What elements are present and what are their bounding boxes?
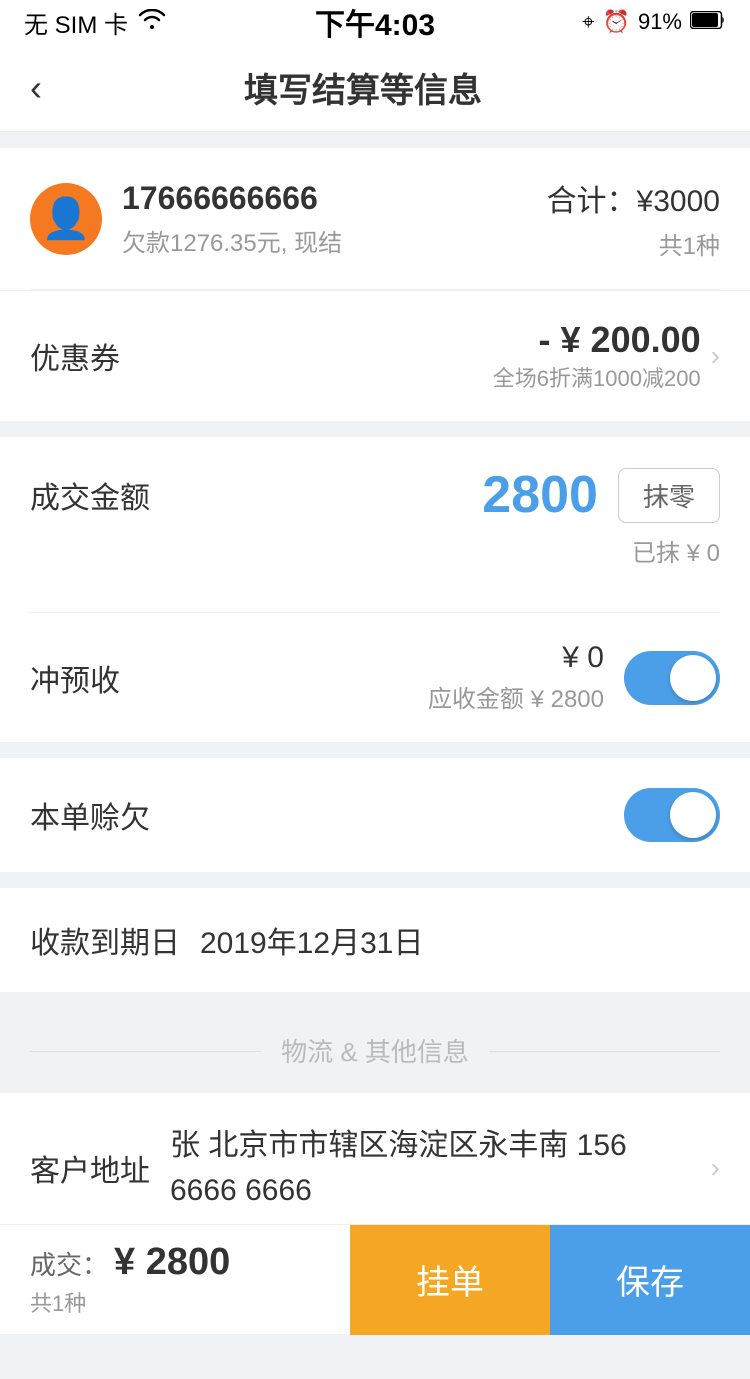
debt-label: 本单赊欠 bbox=[30, 793, 150, 837]
duedate-label: 收款到期日 bbox=[30, 918, 180, 962]
total-count: 共1种 bbox=[547, 226, 720, 261]
wifi-icon bbox=[138, 8, 166, 36]
status-right: ⌖ ⏰ 91% bbox=[582, 9, 726, 35]
coupon-label: 优惠券 bbox=[30, 334, 493, 378]
prepay-right: ¥ 0 应收金额 ¥ 2800 bbox=[428, 641, 720, 714]
hold-button[interactable]: 挂单 bbox=[350, 1225, 550, 1335]
amount-row: 成交金额 2800 抹零 bbox=[30, 465, 720, 525]
duedate-value: 2019年12月31日 bbox=[200, 918, 423, 962]
round-button[interactable]: 抹零 bbox=[618, 468, 720, 523]
sim-status: 无 SIM 卡 bbox=[24, 5, 128, 40]
back-button[interactable]: ‹ bbox=[30, 67, 42, 109]
customer-total: 合计：¥3000 共1种 bbox=[547, 176, 720, 261]
prepay-sub: 应收金额 ¥ 2800 bbox=[428, 679, 604, 714]
prepay-row: 冲预收 ¥ 0 应收金额 ¥ 2800 bbox=[30, 613, 720, 714]
location-icon: ⌖ bbox=[582, 9, 594, 35]
total-amount: 合计：¥3000 bbox=[547, 176, 720, 220]
coupon-right: - ¥ 200.00 全场6折满1000减200 bbox=[493, 319, 701, 393]
customer-desc: 欠款1276.35元, 现结 bbox=[122, 223, 547, 258]
debt-toggle[interactable] bbox=[624, 788, 720, 842]
coupon-row[interactable]: 优惠券 - ¥ 200.00 全场6折满1000减200 › bbox=[0, 290, 750, 421]
customer-info: 17666666666 欠款1276.35元, 现结 bbox=[122, 180, 547, 258]
address-label: 客户地址 bbox=[30, 1146, 150, 1190]
address-value: 张 北京市市辖区海淀区永丰南 156 6666 6666 bbox=[170, 1123, 701, 1213]
amount-label: 成交金额 bbox=[30, 473, 150, 517]
amount-sub: 已抹 ¥ 0 bbox=[30, 533, 720, 568]
bottom-count: 共1种 bbox=[30, 1286, 320, 1318]
bottom-bar: 成交： ¥ 2800 共1种 挂单 保存 bbox=[0, 1224, 750, 1334]
nav-bar: ‹ 填写结算等信息 bbox=[0, 44, 750, 132]
amount-value: 2800 bbox=[482, 465, 598, 525]
amount-area: 成交金额 2800 抹零 已抹 ¥ 0 bbox=[0, 437, 750, 596]
battery-text: 91% bbox=[638, 9, 682, 35]
address-chevron-icon: › bbox=[711, 1152, 720, 1184]
prepayment-section: 冲预收 ¥ 0 应收金额 ¥ 2800 bbox=[0, 613, 750, 742]
save-button[interactable]: 保存 bbox=[550, 1225, 750, 1335]
customer-phone: 17666666666 bbox=[122, 180, 547, 217]
bottom-amount: ¥ 2800 bbox=[114, 1241, 230, 1284]
coupon-desc: 全场6折满1000减200 bbox=[493, 361, 701, 393]
customer-section: 👤 17666666666 欠款1276.35元, 现结 合计：¥3000 共1… bbox=[0, 148, 750, 421]
debt-section: 本单赊欠 bbox=[0, 758, 750, 872]
prepayment-toggle[interactable] bbox=[624, 651, 720, 705]
alarm-icon: ⏰ bbox=[603, 9, 630, 35]
duedate-section: 收款到期日 2019年12月31日 bbox=[0, 888, 750, 992]
avatar: 👤 bbox=[30, 183, 102, 255]
deal-label: 成交： bbox=[30, 1245, 108, 1282]
coupon-chevron-icon: › bbox=[711, 340, 720, 372]
customer-row: 👤 17666666666 欠款1276.35元, 现结 合计：¥3000 共1… bbox=[0, 148, 750, 289]
status-left: 无 SIM 卡 bbox=[24, 5, 166, 40]
status-time: 下午4:03 bbox=[315, 0, 435, 44]
avatar-icon: 👤 bbox=[41, 195, 91, 242]
logistics-header: 物流 & 其他信息 bbox=[0, 1008, 750, 1093]
page-title: 填写结算等信息 bbox=[62, 63, 664, 112]
coupon-discount: - ¥ 200.00 bbox=[493, 319, 701, 361]
status-bar: 无 SIM 卡 下午4:03 ⌖ ⏰ 91% bbox=[0, 0, 750, 44]
prepay-label: 冲预收 bbox=[30, 656, 120, 700]
battery-icon bbox=[690, 9, 726, 35]
bottom-summary: 成交： ¥ 2800 共1种 bbox=[0, 1241, 350, 1318]
logistics-text: 物流 & 其他信息 bbox=[261, 1032, 489, 1069]
prepay-amount: ¥ 0 bbox=[428, 641, 604, 675]
prepay-values: ¥ 0 应收金额 ¥ 2800 bbox=[428, 641, 604, 714]
amount-right: 2800 抹零 bbox=[482, 465, 720, 525]
address-section[interactable]: 客户地址 张 北京市市辖区海淀区永丰南 156 6666 6666 › bbox=[0, 1093, 750, 1243]
transaction-section: 成交金额 2800 抹零 已抹 ¥ 0 冲预收 ¥ 0 应收金额 ¥ 2800 bbox=[0, 437, 750, 742]
